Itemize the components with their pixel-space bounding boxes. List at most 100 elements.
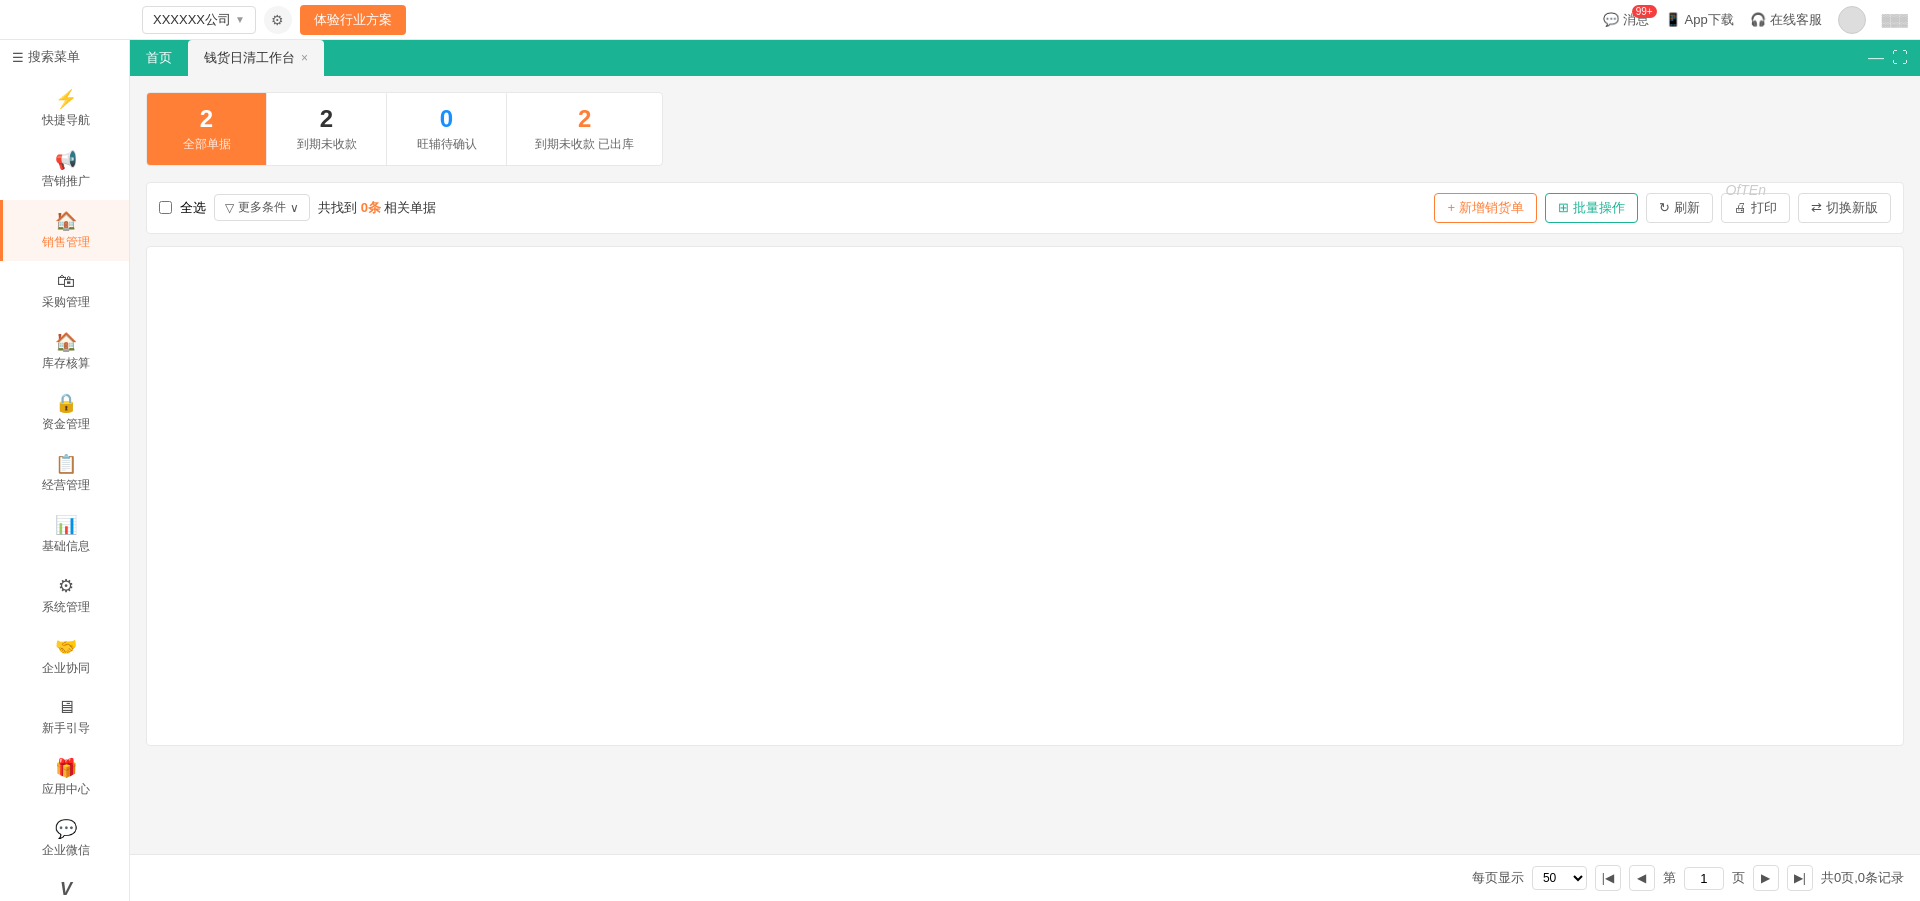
- sidebar-item-label: 销售管理: [42, 234, 90, 251]
- sidebar-item-label: 快捷导航: [42, 112, 90, 129]
- tab-minimize-icon[interactable]: —: [1868, 49, 1884, 67]
- enterprise-icon: 🤝: [55, 636, 77, 658]
- tab-maximize-icon[interactable]: ⛶: [1892, 49, 1908, 67]
- chevron-down-icon: ∨: [290, 201, 299, 215]
- sidebar-item-label: 采购管理: [42, 294, 90, 311]
- settings-button[interactable]: ⚙: [264, 6, 292, 34]
- refresh-label: 刷新: [1674, 199, 1700, 217]
- message-action[interactable]: 💬 消息 99+: [1603, 11, 1649, 29]
- purchase-icon: 🛍: [57, 271, 75, 292]
- tab-home[interactable]: 首页: [130, 40, 188, 76]
- overdue-label: 到期未收款: [295, 136, 358, 153]
- tab-home-label: 首页: [146, 49, 172, 67]
- sidebar-item-label: 新手引导: [42, 720, 90, 737]
- sidebar-item-marketing[interactable]: 📢 营销推广: [0, 139, 129, 200]
- last-page-button[interactable]: ▶|: [1787, 865, 1813, 891]
- summary-card-pending[interactable]: 0 旺辅待确认: [387, 93, 507, 165]
- company-name: XXXXXX公司: [153, 11, 231, 29]
- overdue-out-label: 到期未收款 已出库: [535, 136, 634, 153]
- app-download-label: App下载: [1685, 11, 1734, 29]
- batch-label: 批量操作: [1573, 199, 1625, 217]
- batch-icon: ⊞: [1558, 200, 1569, 215]
- sidebar-item-basic[interactable]: 📊 基础信息: [0, 504, 129, 565]
- guide-icon: 🖥: [57, 697, 75, 718]
- page-label-suffix: 页: [1732, 869, 1745, 887]
- table-area: [146, 246, 1904, 746]
- sidebar-item-inventory[interactable]: 🏠 库存核算: [0, 321, 129, 382]
- main-content: 2 全部单据 2 到期未收款 0 旺辅待确认 2 到期未收款 已出库 全选 ▽ …: [130, 76, 1920, 901]
- prev-page-button[interactable]: ◀: [1629, 865, 1655, 891]
- sidebar-item-quick-nav[interactable]: ⚡ 快捷导航: [0, 78, 129, 139]
- next-page-button[interactable]: ▶: [1753, 865, 1779, 891]
- all-count: 2: [175, 105, 238, 134]
- summary-card-overdue[interactable]: 2 到期未收款: [267, 93, 387, 165]
- quick-nav-icon: ⚡: [55, 88, 77, 110]
- member-icon: V: [60, 879, 72, 900]
- sidebar-item-operation[interactable]: 📋 经营管理: [0, 443, 129, 504]
- tab-bar-actions: — ⛶: [1868, 49, 1920, 67]
- service-icon: 🎧: [1750, 12, 1766, 27]
- sidebar-item-purchase[interactable]: 🛍 采购管理: [0, 261, 129, 321]
- found-suffix: 相关单据: [384, 200, 436, 215]
- pagination-bar: 每页显示 50 100 200 |◀ ◀ 第 1 页 ▶ ▶| 共0页,0条记录: [130, 854, 1920, 901]
- marketing-icon: 📢: [55, 149, 77, 171]
- toolbar-left: 全选 ▽ 更多条件 ∨ 共找到 0条 相关单据: [159, 194, 1426, 221]
- add-icon: +: [1447, 200, 1455, 215]
- sidebar-item-label: 企业微信: [42, 842, 90, 859]
- search-icon: ☰: [12, 50, 24, 65]
- top-header: XXXXXX公司 ▼ ⚙ 体验行业方案 💬 消息 99+ 📱 App下载 🎧 在…: [0, 0, 1920, 40]
- refresh-icon: ↻: [1659, 200, 1670, 215]
- sidebar-item-wechat[interactable]: 💬 企业微信: [0, 808, 129, 869]
- overdue-count: 2: [295, 105, 358, 134]
- batch-button[interactable]: ⊞ 批量操作: [1545, 193, 1638, 223]
- switch-version-button[interactable]: ⇄ 切换新版: [1798, 193, 1891, 223]
- switch-icon: ⇄: [1811, 200, 1822, 215]
- app-download-action[interactable]: 📱 App下载: [1665, 11, 1734, 29]
- page-input[interactable]: 1: [1684, 867, 1724, 890]
- sidebar-item-label: 应用中心: [42, 781, 90, 798]
- select-all-checkbox[interactable]: [159, 201, 172, 214]
- avatar[interactable]: [1838, 6, 1866, 34]
- total-info: 共0页,0条记录: [1821, 869, 1904, 887]
- sidebar-item-system[interactable]: ⚙ 系统管理: [0, 565, 129, 626]
- all-label: 全部单据: [175, 136, 238, 153]
- often-text: OfTEn: [1726, 182, 1766, 198]
- sales-icon: 🏠: [55, 210, 77, 232]
- found-prefix: 共找到: [318, 200, 357, 215]
- filter-button[interactable]: ▽ 更多条件 ∨: [214, 194, 310, 221]
- company-selector[interactable]: XXXXXX公司 ▼: [142, 6, 256, 34]
- inventory-icon: 🏠: [55, 331, 77, 353]
- sidebar-item-finance[interactable]: 🔒 资金管理: [0, 382, 129, 443]
- refresh-button[interactable]: ↻ 刷新: [1646, 193, 1713, 223]
- chevron-down-icon: ▼: [235, 14, 245, 25]
- sidebar-item-label: 企业协同: [42, 660, 90, 677]
- switch-label: 切换新版: [1826, 199, 1878, 217]
- per-page-select[interactable]: 50 100 200: [1532, 866, 1587, 890]
- summary-card-overdue-out[interactable]: 2 到期未收款 已出库: [507, 93, 662, 165]
- sidebar-item-sales[interactable]: 🏠 销售管理: [0, 200, 129, 261]
- sidebar-item-label: 经营管理: [42, 477, 90, 494]
- sidebar-item-guide[interactable]: 🖥 新手引导: [0, 687, 129, 747]
- sidebar-item-label: 资金管理: [42, 416, 90, 433]
- summary-card-all[interactable]: 2 全部单据: [147, 93, 267, 165]
- experience-button[interactable]: 体验行业方案: [300, 5, 406, 35]
- per-page-label: 每页显示: [1472, 869, 1524, 887]
- online-service-action[interactable]: 🎧 在线客服: [1750, 11, 1822, 29]
- sidebar: 畅 畅捷通好生意 标准版 ☰ 搜索菜单 ⚡ 快捷导航 📢 营销推广 🏠 销售管理…: [0, 0, 130, 901]
- sidebar-item-appstore[interactable]: 🎁 应用中心: [0, 747, 129, 808]
- pending-label: 旺辅待确认: [415, 136, 478, 153]
- search-menu-item[interactable]: ☰ 搜索菜单: [0, 40, 129, 74]
- appstore-icon: 🎁: [55, 757, 77, 779]
- finance-icon: 🔒: [55, 392, 77, 414]
- basic-icon: 📊: [55, 514, 77, 536]
- found-text: 共找到 0条 相关单据: [318, 199, 436, 217]
- toolbar: 全选 ▽ 更多条件 ∨ 共找到 0条 相关单据 + 新增销货单 ⊞ 批量操作 ↻…: [146, 182, 1904, 234]
- add-order-button[interactable]: + 新增销货单: [1434, 193, 1537, 223]
- sidebar-item-enterprise[interactable]: 🤝 企业协同: [0, 626, 129, 687]
- message-badge: 99+: [1632, 5, 1657, 18]
- tab-active[interactable]: 钱货日清工作台 ×: [188, 40, 324, 76]
- summary-cards: 2 全部单据 2 到期未收款 0 旺辅待确认 2 到期未收款 已出库: [146, 92, 663, 166]
- first-page-button[interactable]: |◀: [1595, 865, 1621, 891]
- sidebar-item-member[interactable]: V 畅会员: [0, 869, 129, 901]
- tab-close-icon[interactable]: ×: [301, 51, 308, 65]
